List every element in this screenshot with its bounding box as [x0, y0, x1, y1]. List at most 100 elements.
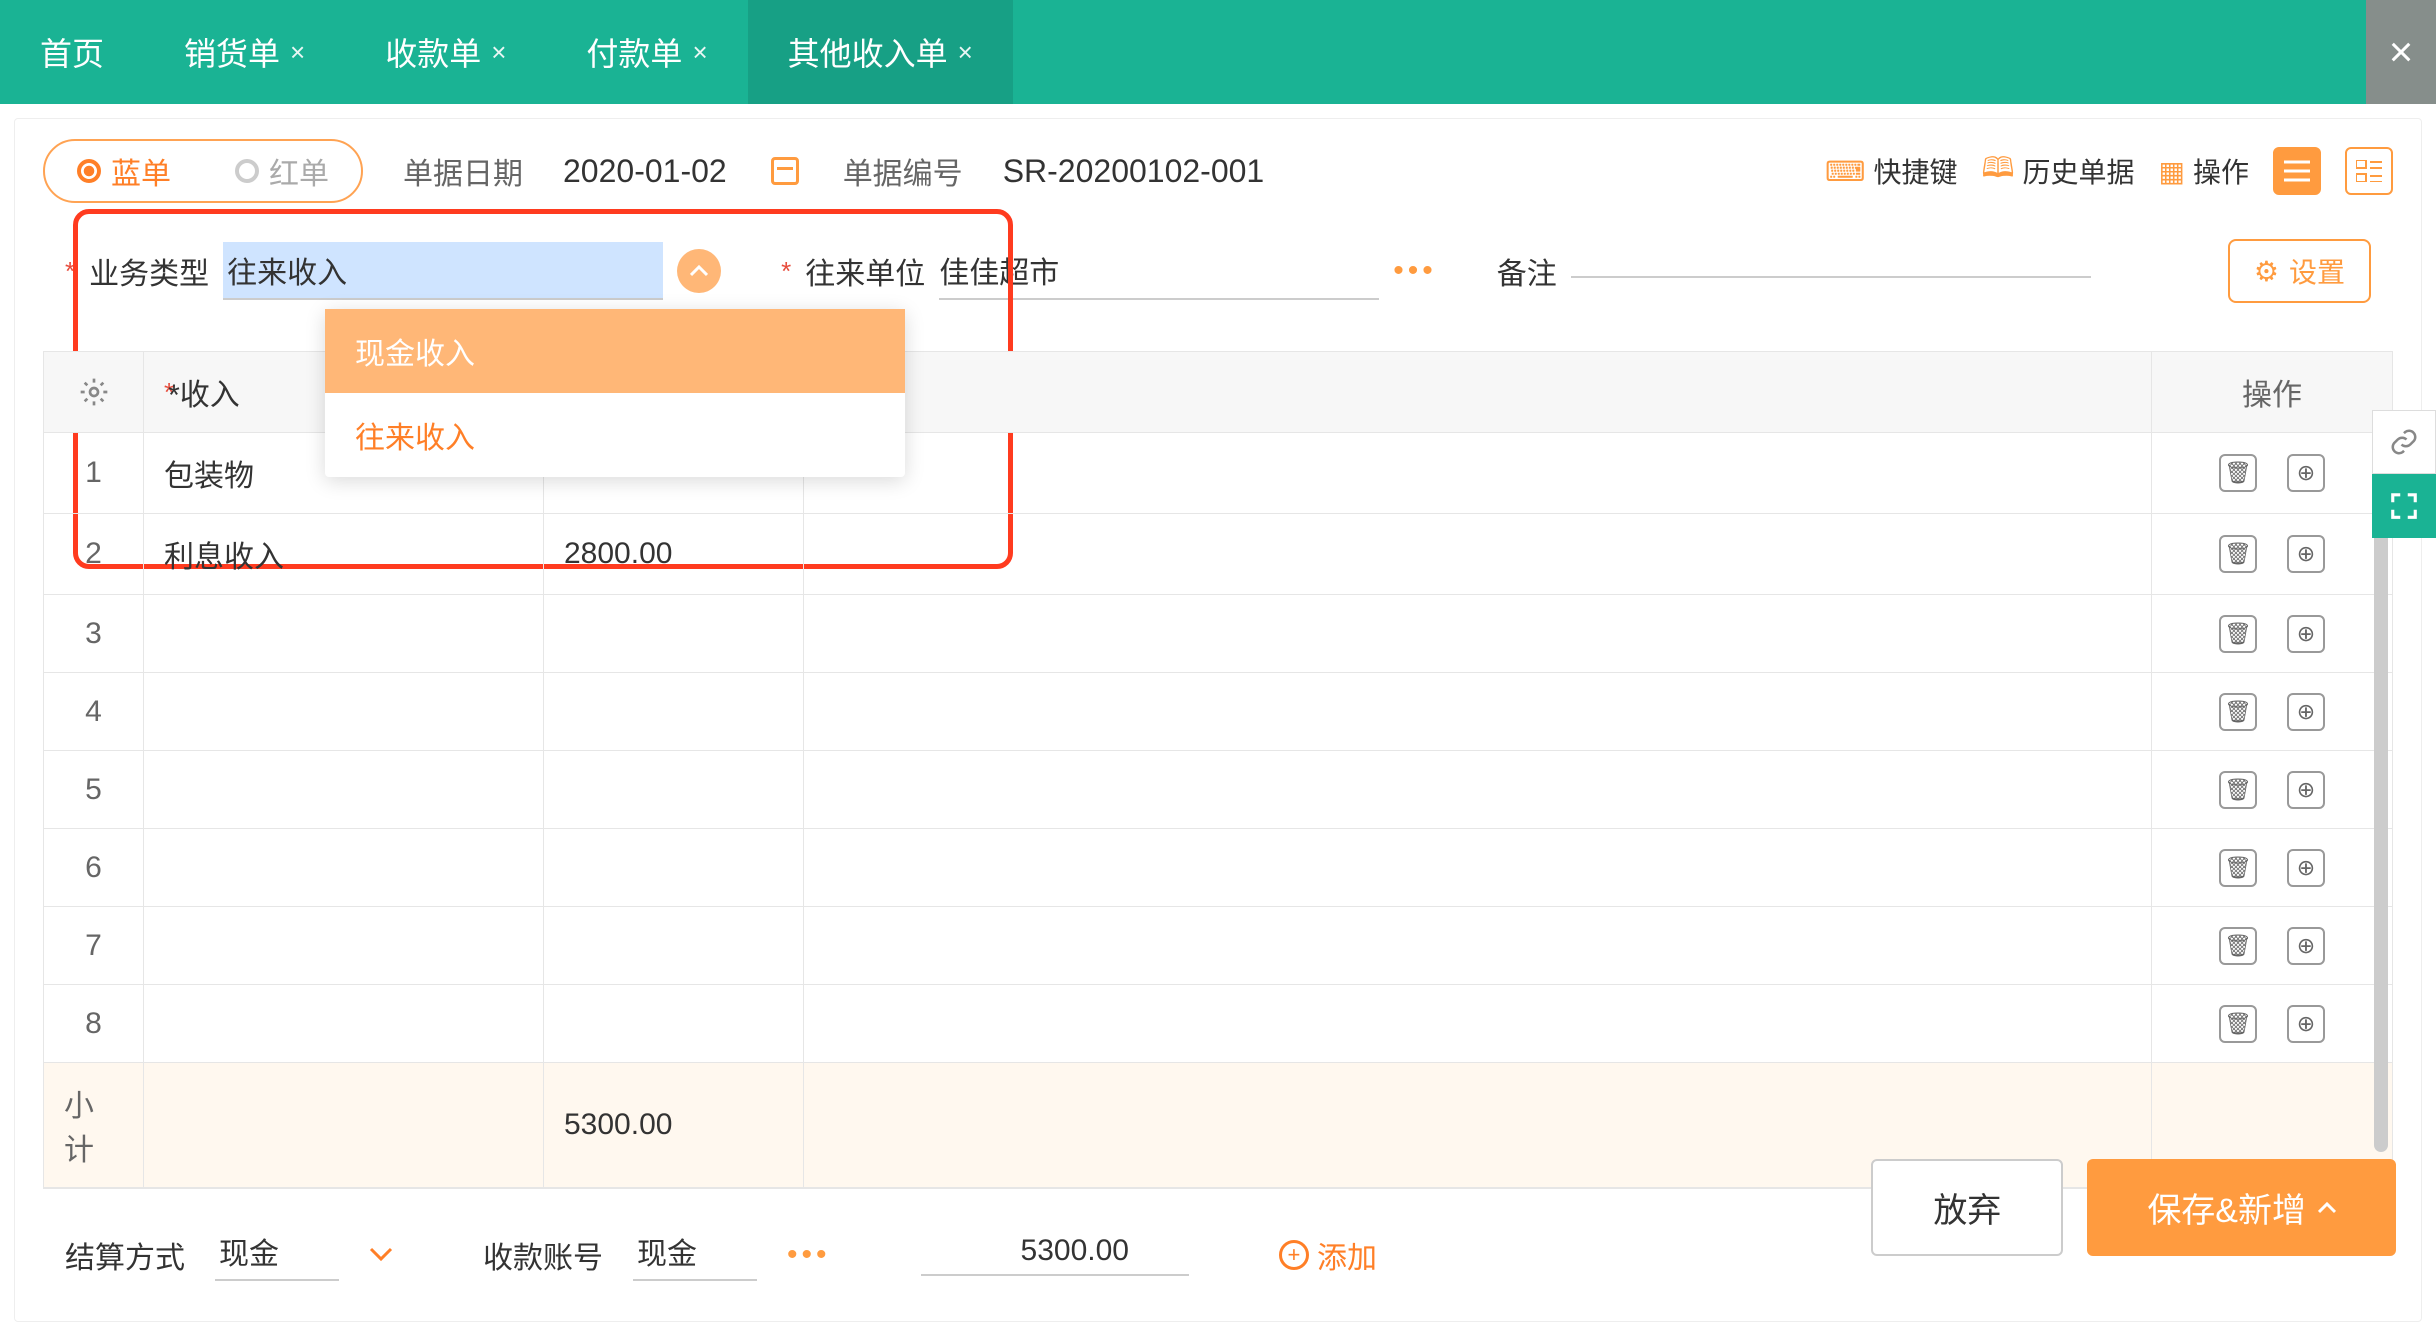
add-row-button[interactable]: ⊕: [2287, 927, 2325, 965]
table-row: 7 🗑 ⊕: [44, 907, 2392, 985]
account-value[interactable]: 现金: [633, 1229, 757, 1281]
close-icon[interactable]: ×: [958, 37, 973, 68]
cell-amount[interactable]: [544, 985, 804, 1062]
cell-name[interactable]: [144, 673, 544, 750]
cell-name[interactable]: 利息收入: [144, 514, 544, 594]
history-icon: 🕮: [1981, 147, 2014, 195]
cell-note[interactable]: [804, 751, 2152, 828]
view-grid-button[interactable]: [2345, 147, 2393, 195]
cell-note[interactable]: [804, 514, 2152, 594]
close-icon[interactable]: ×: [290, 37, 305, 68]
delete-row-button[interactable]: 🗑: [2219, 849, 2257, 887]
discard-button[interactable]: 放弃: [1871, 1159, 2063, 1256]
chevron-down-icon[interactable]: [369, 1247, 393, 1263]
account-label: 收款账号: [483, 1233, 603, 1277]
cell-name[interactable]: [144, 907, 544, 984]
add-row-button[interactable]: ⊕: [2287, 615, 2325, 653]
add-row-button[interactable]: ⊕: [2287, 693, 2325, 731]
cell-amount[interactable]: [544, 673, 804, 750]
grid-icon: ▦: [2159, 155, 2185, 188]
red-doc-pill[interactable]: 红单: [203, 141, 361, 201]
cell-note[interactable]: [804, 433, 2152, 513]
delete-row-button[interactable]: 🗑: [2219, 535, 2257, 573]
subtotal-label: 小计: [44, 1063, 144, 1187]
table-row: 4 🗑⊕: [44, 673, 2392, 751]
table-row: 2 利息收入 2800.00 🗑 ⊕: [44, 514, 2392, 595]
tab-payment[interactable]: 付款单×: [546, 0, 747, 104]
cell-note[interactable]: [804, 673, 2152, 750]
cell-name[interactable]: [144, 829, 544, 906]
doc-header: 蓝单 红单 单据日期 2020-01-02 单据编号 SR-20200102-0…: [15, 119, 2421, 215]
blue-doc-pill[interactable]: 蓝单: [45, 141, 203, 201]
cell-note[interactable]: [804, 985, 2152, 1062]
chevron-up-icon[interactable]: [677, 249, 721, 293]
required-mark: *: [65, 256, 75, 287]
dropdown-option-ar[interactable]: 往来收入: [325, 393, 905, 477]
cell-name[interactable]: [144, 595, 544, 672]
plus-icon: +: [1279, 1240, 1309, 1270]
operations-button[interactable]: ▦操作: [2159, 151, 2249, 191]
remark-input[interactable]: [1571, 264, 2091, 278]
tab-sales[interactable]: 销货单×: [144, 0, 345, 104]
view-list-button[interactable]: [2273, 147, 2321, 195]
tab-home[interactable]: 首页: [0, 0, 144, 104]
add-row-button[interactable]: ⊕: [2287, 535, 2325, 573]
cell-amount[interactable]: [544, 907, 804, 984]
method-label: 结算方式: [65, 1233, 185, 1277]
add-row-button[interactable]: ⊕: [2287, 771, 2325, 809]
add-payment-button[interactable]: + 添加: [1279, 1233, 1377, 1277]
tabbar-close-button[interactable]: ×: [2366, 0, 2436, 104]
gear-icon: [78, 376, 110, 408]
method-value[interactable]: 现金: [215, 1229, 339, 1281]
calendar-icon[interactable]: [767, 153, 803, 189]
row-number: 2: [44, 514, 144, 594]
tab-other-income[interactable]: 其他收入单×: [748, 0, 1013, 104]
add-row-button[interactable]: ⊕: [2287, 849, 2325, 887]
history-button[interactable]: 🕮历史单据: [1981, 147, 2134, 195]
attach-button[interactable]: [2372, 410, 2436, 474]
delete-row-button[interactable]: 🗑: [2219, 1005, 2257, 1043]
side-buttons: [2372, 410, 2436, 538]
biztype-input[interactable]: 往来收入: [223, 242, 663, 300]
more-icon[interactable]: •••: [787, 1238, 831, 1272]
add-row-button[interactable]: ⊕: [2287, 1005, 2325, 1043]
shortcut-button[interactable]: ⌨快捷键: [1825, 151, 1957, 191]
close-icon[interactable]: ×: [491, 37, 506, 68]
table-settings-button[interactable]: [44, 352, 144, 432]
delete-row-button[interactable]: 🗑: [2219, 693, 2257, 731]
settings-button[interactable]: ⚙ 设置: [2228, 239, 2371, 303]
tab-receipt[interactable]: 收款单×: [345, 0, 546, 104]
delete-row-button[interactable]: 🗑: [2219, 454, 2257, 492]
close-icon[interactable]: ×: [692, 37, 707, 68]
scrollbar-thumb[interactable]: [2374, 482, 2388, 1152]
more-icon[interactable]: •••: [1393, 254, 1437, 288]
cell-amount[interactable]: 2800.00: [544, 514, 804, 594]
table-row: 3 🗑⊕: [44, 595, 2392, 673]
remark-group: 备注: [1497, 249, 2091, 293]
cell-note[interactable]: [804, 595, 2152, 672]
save-button[interactable]: 保存&新增: [2087, 1159, 2396, 1256]
add-row-button[interactable]: ⊕: [2287, 454, 2325, 492]
row-number: 7: [44, 907, 144, 984]
cell-note[interactable]: [804, 829, 2152, 906]
dropdown-option-cash[interactable]: 现金收入: [325, 309, 905, 393]
cell-amount[interactable]: [544, 595, 804, 672]
row-number: 1: [44, 433, 144, 513]
docno-label: 单据编号: [843, 149, 963, 193]
table-row: 6 🗑⊕: [44, 829, 2392, 907]
cell-name[interactable]: [144, 985, 544, 1062]
cell-amount[interactable]: [544, 751, 804, 828]
col-ops: 操作: [2152, 352, 2392, 432]
delete-row-button[interactable]: 🗑: [2219, 771, 2257, 809]
delete-row-button[interactable]: 🗑: [2219, 615, 2257, 653]
subtotal-amount: 5300.00: [544, 1063, 804, 1187]
cell-name[interactable]: [144, 751, 544, 828]
payment-amount[interactable]: 5300.00: [921, 1234, 1189, 1276]
delete-row-button[interactable]: 🗑: [2219, 927, 2257, 965]
cell-note[interactable]: [804, 907, 2152, 984]
expand-button[interactable]: [2372, 474, 2436, 538]
cell-amount[interactable]: [544, 829, 804, 906]
row-number: 5: [44, 751, 144, 828]
date-value[interactable]: 2020-01-02: [563, 153, 727, 190]
party-input[interactable]: 佳佳超市: [939, 242, 1379, 300]
